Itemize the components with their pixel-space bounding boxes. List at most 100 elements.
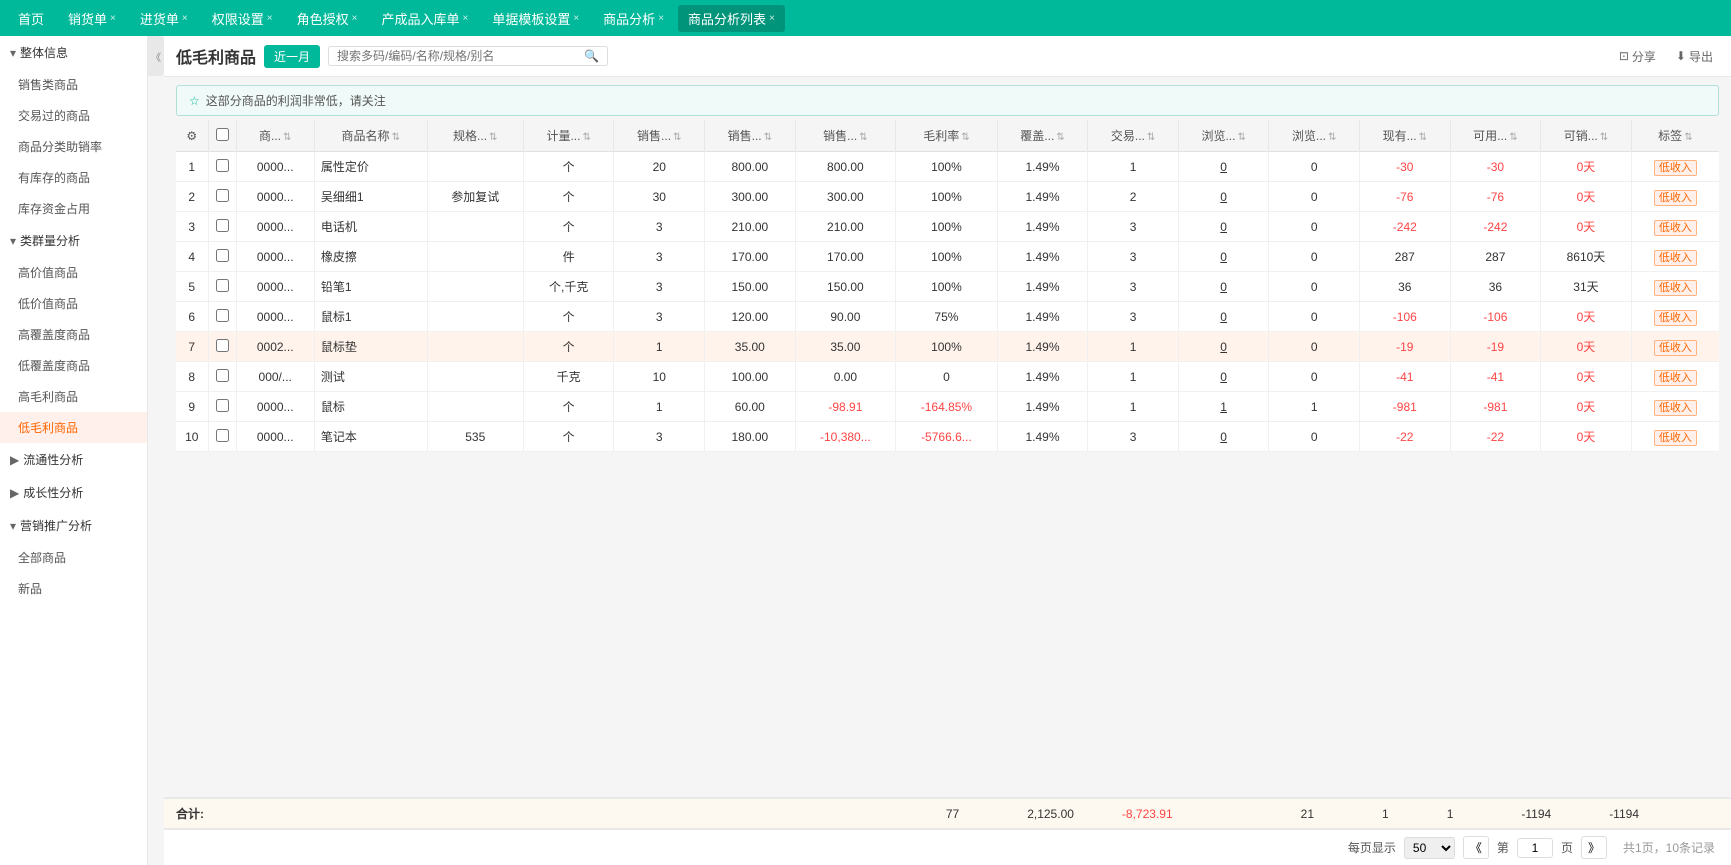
page-number-input[interactable] — [1517, 838, 1553, 858]
nav-product-analysis-list[interactable]: 商品分析列表 × — [678, 5, 785, 32]
views1-link[interactable]: 0 — [1220, 430, 1227, 444]
alert-icon: ☆ — [189, 94, 200, 108]
td-sales-profit: 35.00 — [795, 332, 896, 362]
th-sales-qty[interactable]: 销售...⇅ — [614, 120, 705, 152]
next-page-button[interactable]: 》 — [1581, 836, 1607, 859]
sidebar-group-growth[interactable]: ▶ 成长性分析 — [0, 476, 147, 509]
sidebar-item-high-coverage[interactable]: 高覆盖度商品 — [0, 319, 147, 350]
sidebar-item-low-coverage[interactable]: 低覆盖度商品 — [0, 350, 147, 381]
search-input[interactable] — [337, 49, 580, 63]
td-views1[interactable]: 0 — [1178, 272, 1269, 302]
th-saleable-days[interactable]: 可销...⇅ — [1541, 120, 1632, 152]
th-transaction[interactable]: 交易...⇅ — [1088, 120, 1179, 152]
th-sales-profit[interactable]: 销售...⇅ — [795, 120, 896, 152]
td-views1[interactable]: 0 — [1178, 182, 1269, 212]
nav-sales-order[interactable]: 销货单 × — [58, 5, 126, 32]
sidebar-collapse-button[interactable]: 《 — [148, 36, 164, 76]
nav-purchase-order[interactable]: 进货单 × — [130, 5, 198, 32]
th-name[interactable]: 商品名称⇅ — [314, 120, 427, 152]
row-checkbox[interactable] — [216, 339, 229, 352]
row-checkbox[interactable] — [216, 219, 229, 232]
prev-page-button[interactable]: 《 — [1463, 836, 1489, 859]
views1-link[interactable]: 0 — [1220, 310, 1227, 324]
nav-close-permission[interactable]: × — [267, 13, 273, 24]
th-views1[interactable]: 浏览...⇅ — [1178, 120, 1269, 152]
nav-product-inbound[interactable]: 产成品入库单 × — [371, 5, 478, 32]
sidebar-item-new-products[interactable]: 新品 — [0, 573, 147, 604]
th-coverage[interactable]: 覆盖...⇅ — [997, 120, 1088, 152]
nav-close-analysis-list[interactable]: × — [769, 13, 775, 24]
select-all-checkbox[interactable] — [216, 128, 229, 141]
search-icon[interactable]: 🔍 — [584, 49, 599, 63]
views1-link[interactable]: 0 — [1220, 370, 1227, 384]
row-checkbox[interactable] — [216, 159, 229, 172]
th-views2[interactable]: 浏览...⇅ — [1269, 120, 1360, 152]
views1-link[interactable]: 0 — [1220, 160, 1227, 174]
row-checkbox[interactable] — [216, 189, 229, 202]
sidebar-item-high-value[interactable]: 高价值商品 — [0, 257, 147, 288]
tag-badge: 低收入 — [1654, 220, 1697, 236]
sidebar-group-marketing[interactable]: ▾ 营销推广分析 — [0, 509, 147, 542]
sidebar-group-overall[interactable]: ▾ 整体信息 — [0, 36, 147, 69]
sidebar-group-cluster[interactable]: ▾ 类群量分析 — [0, 224, 147, 257]
nav-close-sales[interactable]: × — [110, 13, 116, 24]
table-row: 10 0000... 笔记本 535 个 3 180.00 -10,380...… — [176, 422, 1719, 452]
nav-close-inbound[interactable]: × — [462, 13, 468, 24]
sidebar-item-stocked-products[interactable]: 有库存的商品 — [0, 162, 147, 193]
sidebar-item-sales-products[interactable]: 销售类商品 — [0, 69, 147, 100]
views1-link[interactable]: 0 — [1220, 190, 1227, 204]
share-button[interactable]: ⊡ 分享 — [1613, 45, 1662, 68]
nav-close-purchase[interactable]: × — [182, 13, 188, 24]
sidebar-item-inventory-capital[interactable]: 库存资金占用 — [0, 193, 147, 224]
time-filter-button[interactable]: 近一月 — [264, 45, 320, 68]
nav-home[interactable]: 首页 — [8, 5, 54, 32]
sidebar-item-low-value[interactable]: 低价值商品 — [0, 288, 147, 319]
sidebar-item-high-margin[interactable]: 高毛利商品 — [0, 381, 147, 412]
row-checkbox[interactable] — [216, 399, 229, 412]
sidebar-item-low-margin[interactable]: 低毛利商品 — [0, 412, 147, 443]
th-tag[interactable]: 标签⇅ — [1631, 120, 1719, 152]
td-views1[interactable]: 0 — [1178, 422, 1269, 452]
td-views1[interactable]: 1 — [1178, 392, 1269, 422]
th-spec[interactable]: 规格...⇅ — [427, 120, 523, 152]
sidebar-item-all-products[interactable]: 全部商品 — [0, 542, 147, 573]
row-checkbox[interactable] — [216, 309, 229, 322]
views1-link[interactable]: 0 — [1220, 220, 1227, 234]
views1-link[interactable]: 1 — [1220, 400, 1227, 414]
row-checkbox[interactable] — [216, 369, 229, 382]
td-views1[interactable]: 0 — [1178, 332, 1269, 362]
export-button[interactable]: ⬇ 导出 — [1670, 45, 1719, 68]
nav-product-analysis[interactable]: 商品分析 × — [593, 5, 674, 32]
th-sales-amount[interactable]: 销售...⇅ — [705, 120, 796, 152]
td-transaction: 3 — [1088, 272, 1179, 302]
nav-close-role[interactable]: × — [352, 13, 358, 24]
views1-link[interactable]: 0 — [1220, 280, 1227, 294]
th-available-stock[interactable]: 可用...⇅ — [1450, 120, 1541, 152]
th-code[interactable]: 商...⇅ — [236, 120, 314, 152]
th-unit[interactable]: 计量...⇅ — [523, 120, 614, 152]
page-size-select[interactable]: 50 100 200 — [1404, 837, 1455, 859]
nav-role-auth[interactable]: 角色授权 × — [287, 5, 368, 32]
sidebar-item-traded-products[interactable]: 交易过的商品 — [0, 100, 147, 131]
nav-permission-settings[interactable]: 权限设置 × — [202, 5, 283, 32]
th-current-stock[interactable]: 现有...⇅ — [1360, 120, 1451, 152]
th-gross-margin[interactable]: 毛利率⇅ — [896, 120, 998, 152]
views1-link[interactable]: 0 — [1220, 340, 1227, 354]
td-views1[interactable]: 0 — [1178, 242, 1269, 272]
row-checkbox[interactable] — [216, 429, 229, 442]
table-row: 1 0000... 属性定价 个 20 800.00 800.00 100% 1… — [176, 152, 1719, 182]
td-views1[interactable]: 0 — [1178, 152, 1269, 182]
td-views1[interactable]: 0 — [1178, 302, 1269, 332]
nav-close-template[interactable]: × — [573, 13, 579, 24]
row-checkbox[interactable] — [216, 249, 229, 262]
th-settings[interactable]: ⚙ — [176, 120, 208, 152]
sidebar-group-liquidity[interactable]: ▶ 流通性分析 — [0, 443, 147, 476]
row-checkbox[interactable] — [216, 279, 229, 292]
sidebar-item-category-sales-rate[interactable]: 商品分类助销率 — [0, 131, 147, 162]
td-views1[interactable]: 0 — [1178, 362, 1269, 392]
nav-template-settings[interactable]: 单据模板设置 × — [482, 5, 589, 32]
nav-close-analysis[interactable]: × — [658, 13, 664, 24]
tag-badge: 低收入 — [1654, 400, 1697, 416]
td-views1[interactable]: 0 — [1178, 212, 1269, 242]
views1-link[interactable]: 0 — [1220, 250, 1227, 264]
